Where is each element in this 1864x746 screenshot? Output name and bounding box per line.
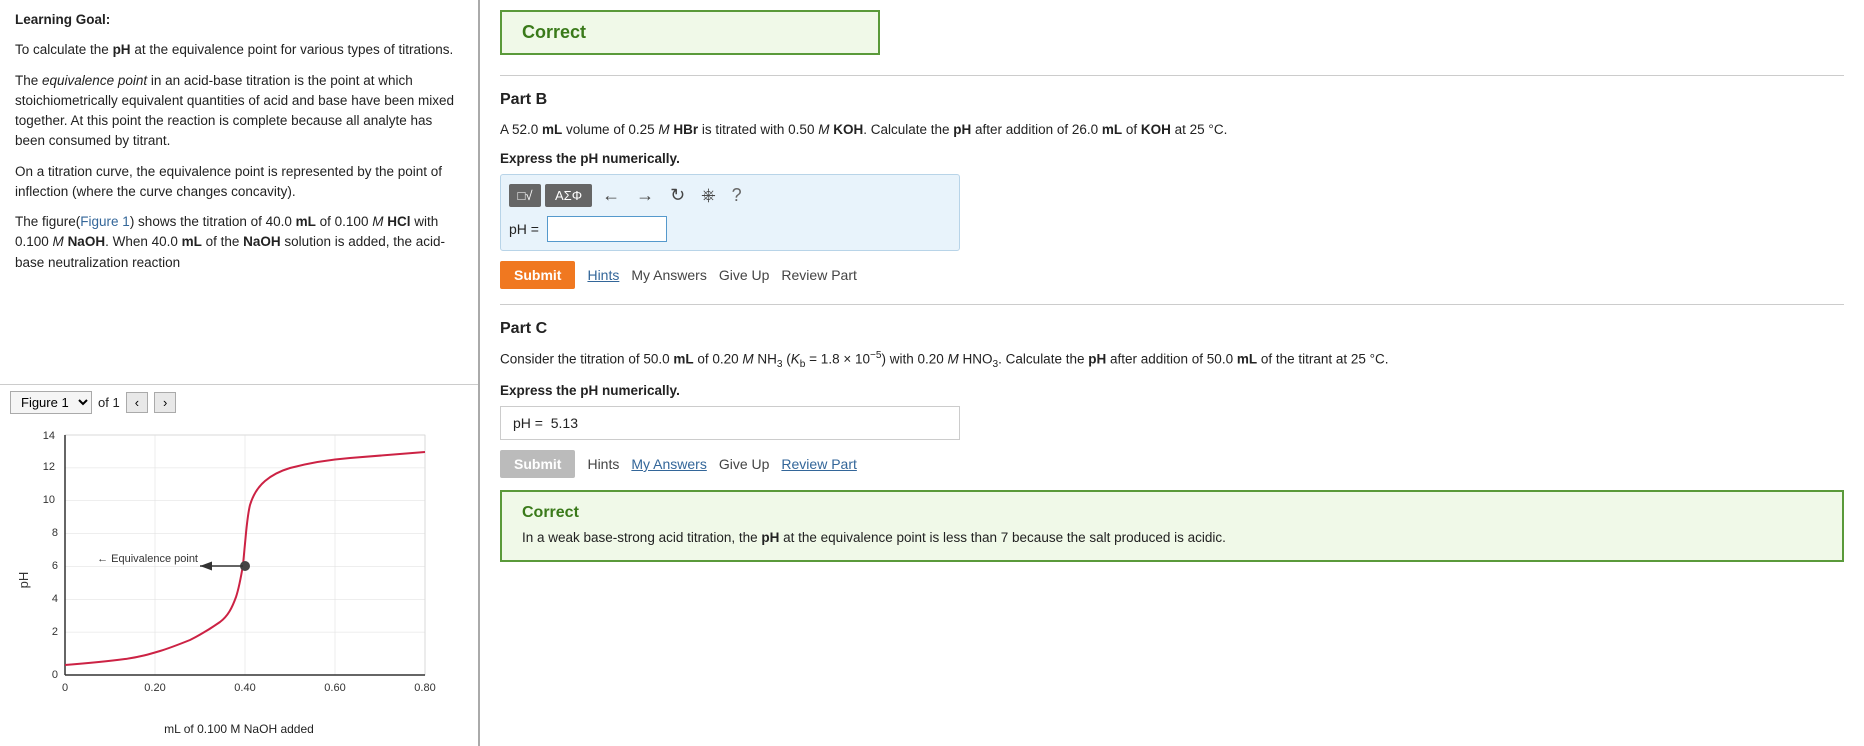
keyboard-button[interactable]: ⎈ [695,183,721,208]
part-b-title: Part B [500,91,1844,109]
svg-text:← Equivalence point: ← Equivalence point [97,553,198,565]
learning-goal-paragraph4: The figure(Figure 1) shows the titration… [15,212,463,273]
part-b-ph-input[interactable] [547,216,667,242]
part-b-review-part-button[interactable]: Review Part [781,267,856,283]
chart-x-label: mL of 0.100 M NaOH added [10,722,468,736]
learning-goal-paragraph3: On a titration curve, the equivalence po… [15,162,463,203]
learning-goal-label: Learning Goal: [15,10,463,30]
part-b-express-label: Express the pH numerically. [500,151,1844,166]
svg-text:0.40: 0.40 [234,682,255,694]
left-content-panel: Learning Goal: To calculate the pH at th… [0,0,478,384]
part-c-title: Part C [500,320,1844,338]
svg-text:12: 12 [43,461,55,473]
matrix-button[interactable]: □√ [509,184,541,207]
figure-of-label: of 1 [98,395,120,410]
part-b-submit-row: Submit Hints My Answers Give Up Review P… [500,261,1844,289]
part-c-section: Part C Consider the titration of 50.0 mL… [500,320,1844,563]
part-a-correct-label: Correct [522,22,586,42]
part-c-submit-button: Submit [500,450,575,478]
part-c-ph-value: 5.13 [551,415,578,431]
part-b-ph-label: pH = [509,221,539,237]
svg-text:0.80: 0.80 [414,682,435,694]
svg-text:0.60: 0.60 [324,682,345,694]
help-button[interactable]: ? [726,183,748,208]
part-b-math-toolbar: □√ ΑΣΦ ← → ↻ ⎈ ? [509,183,951,208]
part-b-section: Part B A 52.0 mL volume of 0.25 M HBr is… [500,91,1844,289]
part-c-hints-button[interactable]: Hints [587,456,619,472]
svg-text:8: 8 [52,527,58,539]
part-a-correct-box: Correct [500,10,880,55]
svg-text:2: 2 [52,626,58,638]
part-c-correct-detail: In a weak base-strong acid titration, th… [522,528,1822,548]
part-b-submit-button[interactable]: Submit [500,261,575,289]
svg-text:4: 4 [52,593,58,605]
part-c-correct-box: Correct In a weak base-strong acid titra… [500,490,1844,562]
learning-goal-paragraph2: The equivalence point in an acid-base ti… [15,71,463,152]
svg-text:10: 10 [43,494,55,506]
svg-text:0: 0 [62,682,68,694]
divider-ab [500,75,1844,76]
svg-text:0: 0 [52,669,58,681]
part-c-submit-row: Submit Hints My Answers Give Up Review P… [500,450,1844,478]
part-b-description: A 52.0 mL volume of 0.25 M HBr is titrat… [500,119,1844,141]
figure-prev-button[interactable]: ‹ [126,392,148,413]
refresh-button[interactable]: ↻ [664,183,691,208]
figure-select[interactable]: Figure 1 [10,391,92,414]
part-c-give-up-button[interactable]: Give Up [719,456,770,472]
part-c-ph-label: pH = [513,415,551,431]
figure-next-button[interactable]: › [154,392,176,413]
part-c-review-part-button[interactable]: Review Part [781,456,856,472]
figure-link[interactable]: Figure 1 [80,214,130,229]
chart-area: pH 0 [0,420,478,746]
learning-goal-paragraph1: To calculate the pH at the equivalence p… [15,40,463,60]
part-c-description: Consider the titration of 50.0 mL of 0.2… [500,348,1844,373]
right-panel: Correct Part B A 52.0 mL volume of 0.25 … [480,0,1864,746]
divider-bc [500,304,1844,305]
svg-text:14: 14 [43,430,55,442]
part-b-math-container: □√ ΑΣΦ ← → ↻ ⎈ ? pH = [500,174,960,251]
svg-text:0.20: 0.20 [144,682,165,694]
part-b-my-answers-button[interactable]: My Answers [631,267,706,283]
part-b-ph-row: pH = [509,216,951,242]
redo-button[interactable]: → [630,183,660,208]
undo-button[interactable]: ← [596,183,626,208]
svg-text:pH: pH [16,572,31,589]
svg-text:6: 6 [52,560,58,572]
part-c-express-label: Express the pH numerically. [500,383,1844,398]
titration-chart: pH 0 [10,425,450,715]
part-c-correct-label: Correct [522,504,1822,522]
figure-controls: Figure 1 of 1 ‹ › [0,384,478,420]
greek-button[interactable]: ΑΣΦ [545,184,592,207]
part-b-hints-button[interactable]: Hints [587,267,619,283]
part-b-give-up-button[interactable]: Give Up [719,267,770,283]
part-c-my-answers-button[interactable]: My Answers [631,456,706,472]
part-c-answer-box: pH = 5.13 [500,406,960,440]
